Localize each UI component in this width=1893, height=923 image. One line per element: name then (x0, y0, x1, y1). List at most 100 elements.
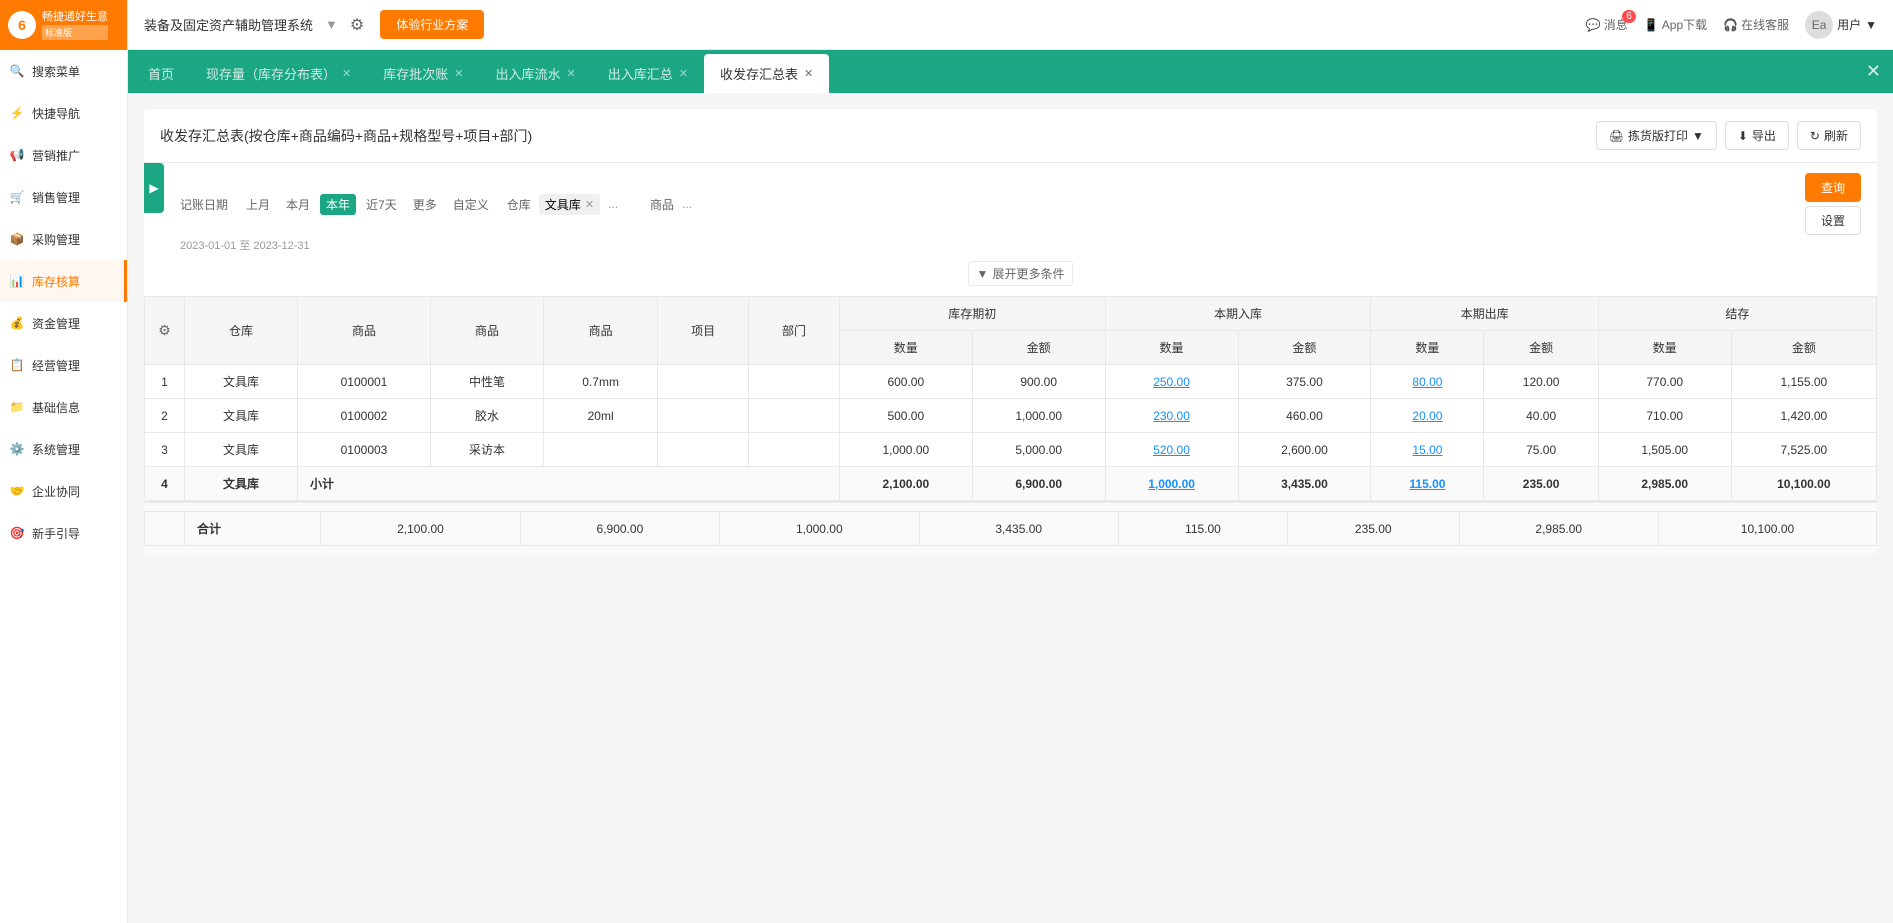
filter-dates: 上月 本月 本年 近7天 更多 自定义 (240, 194, 495, 215)
row-open-amt: 5,000.00 (972, 433, 1105, 467)
row-out-qty[interactable]: 80.00 (1371, 365, 1484, 399)
tab-3[interactable]: 出入库流水 ✕ (479, 54, 591, 93)
trial-button[interactable]: 体验行业方案 (380, 10, 484, 39)
row-dept (749, 399, 840, 433)
row-open-qty: 600.00 (839, 365, 972, 399)
sidebar-item-label: 搜索菜单 (32, 63, 80, 80)
tab-close-icon[interactable]: ✕ (679, 67, 688, 80)
sidebar-item-finance[interactable]: 💰资金管理 (0, 302, 127, 344)
print-button[interactable]: 🖨 拣货版打印 ▼ (1596, 121, 1717, 150)
row-name: 采访本 (430, 433, 543, 467)
sales-icon: 🛒 (8, 188, 26, 206)
logo-text: 畅捷通好生意 标准版 (42, 10, 108, 39)
date-btn-7days[interactable]: 近7天 (360, 194, 403, 215)
warehouse-tag-close-icon[interactable]: ✕ (585, 198, 594, 211)
warehouse-tag: 文具库 ✕ (539, 194, 600, 215)
date-btn-this-year[interactable]: 本年 (320, 194, 356, 215)
filter-content: 记账日期 上月 本月 本年 近7天 更多 自定义 仓库 文具库 ✕ (164, 163, 1877, 296)
print-dropdown-icon: ▼ (1692, 129, 1704, 143)
subtotal-open-amt: 6,900.00 (972, 467, 1105, 501)
row-bal-qty: 770.00 (1598, 365, 1731, 399)
date-btn-more[interactable]: 更多 (407, 194, 443, 215)
column-settings-icon[interactable]: ⚙ (158, 322, 171, 338)
sidebar-item-inventory[interactable]: 📊库存核算 (0, 260, 127, 302)
finance-icon: 💰 (8, 314, 26, 332)
settings-button[interactable]: 设置 (1805, 206, 1861, 235)
row-out-qty[interactable]: 15.00 (1371, 433, 1484, 467)
tab-4[interactable]: 出入库汇总 ✕ (592, 54, 704, 93)
topbar-dropdown-icon[interactable]: ▼ (325, 17, 338, 32)
sidebar-item-sales[interactable]: 🛒销售管理 (0, 176, 127, 218)
subtotal-bal-amt: 10,100.00 (1731, 467, 1876, 501)
tab-5[interactable]: 收发存汇总表 ✕ (704, 54, 829, 93)
expand-icon: ▼ (977, 267, 989, 281)
sidebar-item-marketing[interactable]: 📢营销推广 (0, 134, 127, 176)
table-row: 2 文具库 0100002 胶水 20ml 500.00 1,000.00 23… (145, 399, 1877, 433)
subtotal-in-qty[interactable]: 1,000.00 (1105, 467, 1238, 501)
row-bal-amt: 1,155.00 (1731, 365, 1876, 399)
subtotal-out-qty[interactable]: 115.00 (1371, 467, 1484, 501)
tabs-container: 首页现存量（库存分布表） ✕库存批次账 ✕出入库流水 ✕出入库汇总 ✕收发存汇总… (132, 50, 829, 93)
sidebar-item-operation[interactable]: 📋经营管理 (0, 344, 127, 386)
row-spec: 0.7mm (543, 365, 657, 399)
date-btn-custom[interactable]: 自定义 (447, 194, 495, 215)
user-menu[interactable]: Ea 用户 ▼ (1805, 11, 1877, 39)
row-in-qty[interactable]: 520.00 (1105, 433, 1238, 467)
close-all-tabs-button[interactable]: ✕ (1858, 57, 1889, 86)
online-service-button[interactable]: 🎧 在线客服 (1723, 16, 1789, 33)
topbar-system-name: 装备及固定资产辅助管理系统 (144, 15, 313, 34)
tab-0[interactable]: 首页 (132, 54, 190, 93)
sidebar-item-guide[interactable]: 🎯新手引导 (0, 512, 127, 554)
filter-expand-arrow[interactable]: ▶ (144, 163, 164, 213)
collab-icon: 🤝 (8, 482, 26, 500)
row-bal-qty: 710.00 (1598, 399, 1731, 433)
expand-conditions-button[interactable]: ▼ 展开更多条件 (968, 261, 1074, 286)
tab-close-icon[interactable]: ✕ (804, 67, 813, 80)
sidebar-item-label: 库存核算 (32, 273, 80, 290)
row-in-amt: 460.00 (1238, 399, 1371, 433)
goods-more-btn[interactable]: ... (682, 197, 692, 211)
date-btn-this-month[interactable]: 本月 (280, 194, 316, 215)
tab-close-icon[interactable]: ✕ (342, 67, 351, 80)
row-in-qty[interactable]: 250.00 (1105, 365, 1238, 399)
table-col-bal-qty: 数量 (1598, 331, 1731, 365)
sidebar-item-purchase[interactable]: 📦采购管理 (0, 218, 127, 260)
sidebar-item-basic[interactable]: 📁基础信息 (0, 386, 127, 428)
warehouse-more-btn[interactable]: ... (608, 197, 618, 211)
sidebar-item-quick[interactable]: ⚡快捷导航 (0, 92, 127, 134)
topbar-right: 💬 消息 6 📱 App下载 🎧 在线客服 Ea 用户 ▼ (1586, 11, 1877, 39)
row-project (658, 399, 749, 433)
date-range-display: 2023-01-01 至 2023-12-31 (180, 237, 1861, 253)
table-col-out-amt: 金额 (1484, 331, 1598, 365)
export-button[interactable]: ⬇ 导出 (1725, 121, 1789, 150)
tab-label: 现存量（库存分布表） (206, 64, 336, 83)
app-download-button[interactable]: 📱 App下载 (1644, 16, 1707, 33)
tab-close-icon[interactable]: ✕ (454, 67, 463, 80)
query-button[interactable]: 查询 (1805, 173, 1861, 202)
purchase-icon: 📦 (8, 230, 26, 248)
export-icon: ⬇ (1738, 129, 1748, 143)
message-button[interactable]: 💬 消息 6 (1586, 16, 1628, 33)
row-in-qty[interactable]: 230.00 (1105, 399, 1238, 433)
tab-2[interactable]: 库存批次账 ✕ (367, 54, 479, 93)
refresh-button[interactable]: ↻ 刷新 (1797, 121, 1861, 150)
table-col-bal-amt: 金额 (1731, 331, 1876, 365)
table-col-dept-header: 部门 (749, 297, 840, 365)
sidebar-item-label: 营销推广 (32, 147, 80, 164)
table-col-settings[interactable]: ⚙ (145, 297, 185, 365)
tab-1[interactable]: 现存量（库存分布表） ✕ (190, 54, 367, 93)
sidebar-item-system[interactable]: ⚙️系统管理 (0, 428, 127, 470)
table-col-warehouse-header: 仓库 (185, 297, 298, 365)
row-out-qty[interactable]: 20.00 (1371, 399, 1484, 433)
date-btn-last-month[interactable]: 上月 (240, 194, 276, 215)
sidebar-item-search[interactable]: 🔍搜索菜单 (0, 50, 127, 92)
row-bal-amt: 7,525.00 (1731, 433, 1876, 467)
tab-close-icon[interactable]: ✕ (567, 67, 576, 80)
sidebar-item-label: 系统管理 (32, 441, 80, 458)
table-body: 1 文具库 0100001 中性笔 0.7mm 600.00 900.00 25… (145, 365, 1877, 501)
total-in-amt: 3,435.00 (919, 512, 1118, 546)
total-bal-qty: 2,985.00 (1459, 512, 1658, 546)
topbar-gear-icon[interactable]: ⚙ (350, 15, 364, 35)
row-bal-qty: 1,505.00 (1598, 433, 1731, 467)
sidebar-item-collab[interactable]: 🤝企业协同 (0, 470, 127, 512)
